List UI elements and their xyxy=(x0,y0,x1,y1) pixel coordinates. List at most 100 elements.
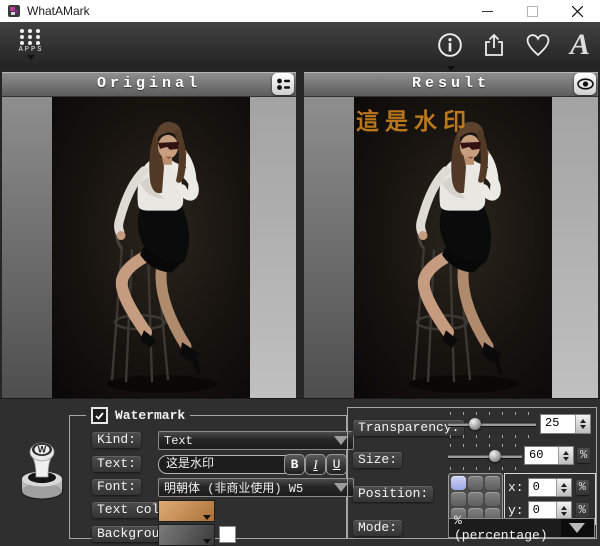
position-cell-top-right[interactable] xyxy=(485,476,500,490)
result-header: Result xyxy=(304,72,598,97)
minimize-icon xyxy=(482,10,493,12)
apps-caret-icon xyxy=(27,55,35,60)
x-spinbox[interactable]: 0 xyxy=(527,478,572,497)
size-unit: % xyxy=(577,448,591,463)
apps-menu-button[interactable]: APPS xyxy=(12,27,50,63)
kind-label: Kind: xyxy=(92,432,142,448)
original-image xyxy=(52,97,250,398)
kind-dropdown[interactable]: Text xyxy=(158,431,354,450)
preview-button[interactable] xyxy=(574,73,596,95)
transparency-spinbox[interactable]: 25 xyxy=(540,414,591,434)
text-tool-caret-icon xyxy=(446,66,455,71)
close-icon xyxy=(572,5,583,17)
font-dropdown-caret-icon xyxy=(334,483,348,492)
svg-text:W: W xyxy=(38,445,47,455)
eye-icon xyxy=(576,78,594,90)
watermark-overlay-text: 這是水印 xyxy=(356,109,472,134)
result-image: 這是水印 xyxy=(354,97,552,398)
transparency-value: 25 xyxy=(545,416,560,430)
apps-label: APPS xyxy=(18,46,44,54)
list-settings-icon xyxy=(277,78,290,90)
background-caret-icon xyxy=(203,539,211,544)
position-cell-middle-right[interactable] xyxy=(485,492,500,506)
size-value: 60 xyxy=(529,448,544,462)
y-unit: % xyxy=(575,503,589,518)
heart-icon xyxy=(526,34,550,57)
transparency-slider[interactable] xyxy=(448,412,536,438)
maximize-button[interactable] xyxy=(510,0,555,22)
position-cell-middle-left[interactable] xyxy=(451,492,466,506)
watermark-group-title: Watermark xyxy=(115,408,186,423)
position-label: Position: xyxy=(353,486,434,502)
source-options-button[interactable] xyxy=(272,73,294,95)
size-label: Size: xyxy=(353,452,403,468)
close-button[interactable] xyxy=(555,0,600,22)
underline-button[interactable]: U xyxy=(326,454,347,475)
result-left-margin xyxy=(304,97,354,398)
original-title: Original xyxy=(96,75,201,92)
result-body: 這是水印 xyxy=(304,97,598,398)
share-export-icon xyxy=(485,33,503,56)
size-slider[interactable] xyxy=(448,444,522,470)
check-icon xyxy=(95,411,104,420)
x-unit: % xyxy=(575,480,589,495)
background-color-swatch[interactable] xyxy=(158,524,215,546)
original-body xyxy=(2,97,296,398)
minimize-button[interactable] xyxy=(465,0,510,22)
original-header: Original xyxy=(2,72,296,97)
text-tool-button[interactable]: A xyxy=(446,28,594,71)
watermark-text-value: 这是水印 xyxy=(166,457,215,471)
result-panel: Result 這是水印 xyxy=(304,68,598,398)
favorite-button[interactable] xyxy=(525,33,551,57)
x-value: 0 xyxy=(532,480,540,494)
mode-value: % (percentage) xyxy=(454,513,548,543)
position-cell-top-left[interactable] xyxy=(451,476,466,490)
size-slider-thumb[interactable] xyxy=(488,450,501,462)
font-value: 明朝体 (非商业使用) W5 xyxy=(164,482,304,496)
app-window: WhatAMark APPS A Original Result 這是水印 W … xyxy=(0,0,600,546)
watermark-group: Watermark Kind: Text Text: 这是水印 B I U Fo… xyxy=(69,407,354,546)
toolbar: APPS A xyxy=(0,22,600,71)
watermark-stamp-icon: W xyxy=(21,442,63,500)
app-icon xyxy=(8,5,20,17)
position-cell-top-center[interactable] xyxy=(468,476,483,490)
mode-dropdown[interactable]: % (percentage) xyxy=(448,513,595,543)
original-right-margin xyxy=(250,97,296,398)
original-panel: Original xyxy=(2,68,296,398)
text-label: Text: xyxy=(92,456,142,472)
size-spin-buttons[interactable] xyxy=(558,447,573,464)
italic-button[interactable]: I xyxy=(305,454,326,475)
window-title: WhatAMark xyxy=(27,4,90,18)
preview-area: Original Result 這是水印 xyxy=(0,68,600,398)
info-icon xyxy=(438,33,462,57)
title-bar: WhatAMark xyxy=(0,0,600,22)
controls-panel: W Watermark Kind: Text Text: 这是水印 B I U … xyxy=(0,398,600,546)
transparency-slider-thumb[interactable] xyxy=(469,418,482,430)
transparency-spin-buttons[interactable] xyxy=(575,415,590,433)
kind-dropdown-caret-icon xyxy=(334,436,348,445)
info-button[interactable] xyxy=(437,32,463,58)
mode-label: Mode: xyxy=(353,520,403,536)
position-cell-middle-center[interactable] xyxy=(468,492,483,506)
placement-group: Transparency: 25 Size: 60 % Position: x:… xyxy=(347,407,597,543)
text-color-caret-icon xyxy=(203,515,211,520)
maximize-icon xyxy=(527,5,538,17)
result-right-margin xyxy=(552,97,598,398)
x-spin-buttons[interactable] xyxy=(555,479,571,496)
result-title: Result xyxy=(411,75,490,92)
kind-value: Text xyxy=(164,433,193,448)
font-dropdown[interactable]: 明朝体 (非商业使用) W5 xyxy=(158,478,354,497)
size-spinbox[interactable]: 60 xyxy=(524,446,574,465)
text-color-swatch[interactable] xyxy=(158,500,215,522)
apps-grid-icon xyxy=(20,29,42,45)
watermark-enable-checkbox[interactable] xyxy=(91,407,108,424)
x-label: x: xyxy=(508,480,524,495)
original-left-margin xyxy=(2,97,52,398)
bold-button[interactable]: B xyxy=(284,454,305,475)
export-button[interactable] xyxy=(482,32,506,58)
background-enable-checkbox[interactable] xyxy=(219,526,236,543)
font-label: Font: xyxy=(92,479,142,495)
watermark-text-input[interactable]: 这是水印 xyxy=(158,455,296,474)
mode-dropdown-caret-icon xyxy=(569,523,586,533)
letter-a-icon: A xyxy=(569,28,590,61)
